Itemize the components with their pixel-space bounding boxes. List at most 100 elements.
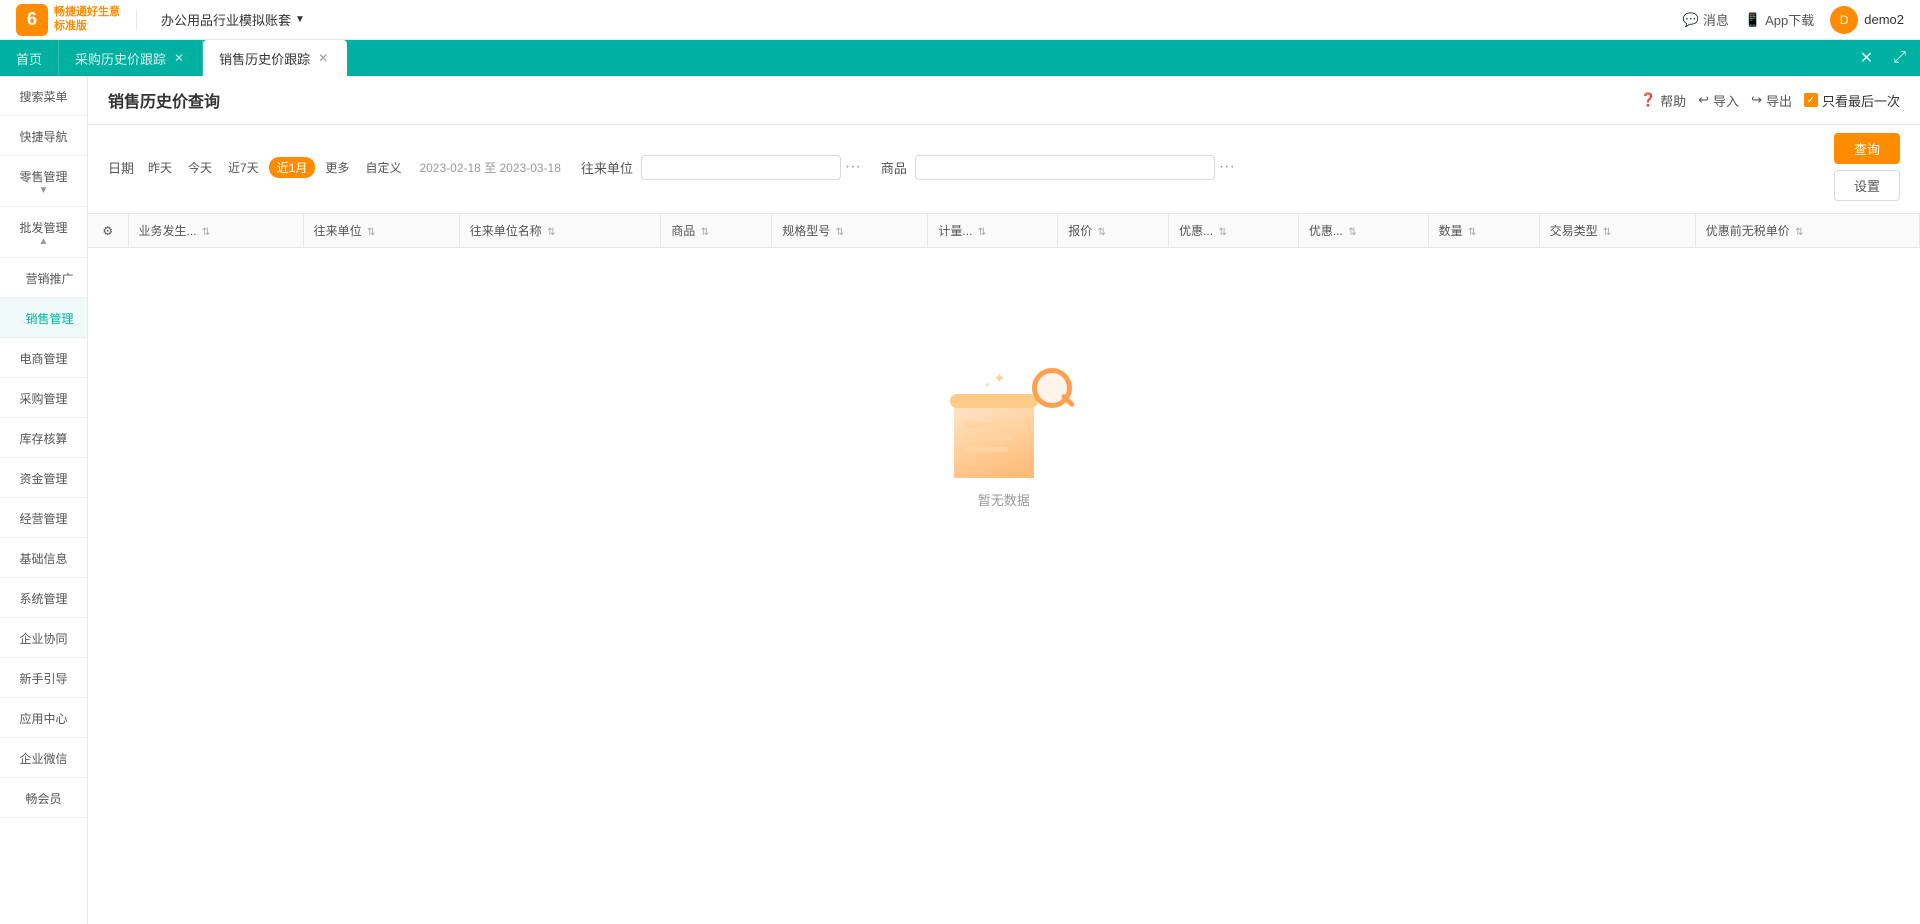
sidebar-item-ecommerce-mgmt[interactable]: 电商管理 [0, 338, 87, 378]
help-button[interactable]: ❓ 帮助 [1640, 91, 1686, 110]
scroll-line3 [964, 447, 1008, 452]
col-quote[interactable]: 报价 ⇅ [1058, 214, 1169, 248]
product-input[interactable] [915, 155, 1215, 180]
date-btn-last1m[interactable]: 近1月 [269, 157, 316, 178]
tab-purchase-history[interactable]: 采购历史价跟踪 ✕ [59, 40, 203, 76]
col-settings[interactable]: ⚙ [88, 214, 128, 248]
col-counterpart-code[interactable]: 往来单位 ⇅ [303, 214, 459, 248]
date-btn-custom[interactable]: 自定义 [359, 157, 407, 178]
sidebar: 搜索菜单 快捷导航 零售管理 ▼ 批发管理 ▲ 营销推广 销售管理 电商管理 采… [0, 76, 88, 924]
sort-icon: ⇅ [202, 227, 210, 238]
tab-fullscreen-button[interactable]: ⤢ [1887, 47, 1912, 69]
col-pre-tax-price[interactable]: 优惠前无税单价 ⇅ [1695, 214, 1919, 248]
counterpart-input-group: ··· [641, 155, 861, 180]
page-actions: ❓ 帮助 ↩ 导入 ↪ 导出 ✓ 只看最后一次 [1640, 91, 1900, 110]
import-button[interactable]: ↩ 导入 [1698, 91, 1739, 110]
tab-home[interactable]: 首页 [0, 40, 59, 76]
empty-illustration: ✦ ✦ [934, 368, 1074, 478]
counterpart-input[interactable] [641, 155, 841, 180]
logo-area: 6 畅捷通好生意 标准版 [16, 4, 120, 36]
col-discount1[interactable]: 优惠... ⇅ [1169, 214, 1299, 248]
counterpart-filter-group: 往来单位 ··· [581, 155, 861, 180]
counterpart-picker-button[interactable]: ··· [845, 158, 861, 176]
page-title-row: 销售历史价查询 ❓ 帮助 ↩ 导入 ↪ 导出 ✓ [108, 88, 1900, 112]
sort-icon: ⇅ [978, 227, 986, 238]
content-area: 销售历史价查询 ❓ 帮助 ↩ 导入 ↪ 导出 ✓ [88, 76, 1920, 924]
sort-icon: ⇅ [1348, 227, 1356, 238]
tab-purchase-history-close[interactable]: ✕ [172, 49, 186, 67]
empty-text: 暂无数据 [978, 490, 1030, 509]
sidebar-item-marketing[interactable]: 营销推广 [0, 258, 87, 298]
sidebar-item-system-mgmt[interactable]: 系统管理 [0, 578, 87, 618]
main-layout: 搜索菜单 快捷导航 零售管理 ▼ 批发管理 ▲ 营销推广 销售管理 电商管理 采… [0, 76, 1920, 924]
sidebar-item-basic-info[interactable]: 基础信息 [0, 538, 87, 578]
sort-icon: ⇅ [1098, 227, 1106, 238]
sparkle-icon: ✦ [994, 370, 1006, 387]
date-btn-more[interactable]: 更多 [319, 157, 355, 178]
sidebar-item-finance-mgmt[interactable]: 资金管理 [0, 458, 87, 498]
table-container: ⚙ 业务发生... ⇅ 往来单位 ⇅ 往来单位名称 ⇅ [88, 214, 1920, 924]
sort-icon: ⇅ [1795, 227, 1803, 238]
app-selector[interactable]: 办公用品行业模拟账套 ▼ [153, 6, 313, 33]
sidebar-item-member-card[interactable]: 畅会员 [0, 778, 87, 818]
sidebar-item-app-center[interactable]: 应用中心 [0, 698, 87, 738]
scroll-cap [950, 394, 1038, 408]
col-unit[interactable]: 计量... ⇅ [928, 214, 1058, 248]
sidebar-item-business-mgmt[interactable]: 经营管理 [0, 498, 87, 538]
sidebar-item-inventory-check[interactable]: 库存核算 [0, 418, 87, 458]
date-range-display: 2023-02-18 至 2023-03-18 [419, 159, 560, 176]
date-btn-yesterday[interactable]: 昨天 [142, 157, 178, 178]
product-picker-button[interactable]: ··· [1219, 158, 1235, 176]
col-trade-type[interactable]: 交易类型 ⇅ [1539, 214, 1695, 248]
filter-bar: 日期 昨天 今天 近7天 近1月 更多 自定义 2023-02-18 至 202… [88, 125, 1920, 214]
tab-sales-history-close[interactable]: ✕ [316, 49, 330, 67]
chevron-down-icon: ▼ [295, 14, 305, 25]
date-buttons: 昨天 今天 近7天 近1月 更多 自定义 [142, 157, 407, 178]
query-action-group: 查询 设置 [1834, 133, 1900, 201]
col-quantity[interactable]: 数量 ⇅ [1428, 214, 1539, 248]
import-icon: ↩ [1698, 92, 1709, 108]
tab-bar: 首页 采购历史价跟踪 ✕ 销售历史价跟踪 ✕ ✕ ⤢ [0, 40, 1920, 76]
date-btn-last7[interactable]: 近7天 [222, 157, 265, 178]
sidebar-item-enterprise-collab[interactable]: 企业协同 [0, 618, 87, 658]
avatar: D [1830, 6, 1858, 34]
message-button[interactable]: 💬 消息 [1683, 10, 1729, 29]
sidebar-item-wholesale-mgmt[interactable]: 批发管理 ▲ [0, 207, 87, 258]
sidebar-item-newbie-guide[interactable]: 新手引导 [0, 658, 87, 698]
header-left: 6 畅捷通好生意 标准版 办公用品行业模拟账套 ▼ [16, 4, 313, 36]
col-biz-date[interactable]: 业务发生... ⇅ [128, 214, 303, 248]
header-divider [136, 10, 137, 30]
sidebar-item-enterprise-wechat[interactable]: 企业微信 [0, 738, 87, 778]
empty-state: ✦ ✦ 暂无数据 [88, 248, 1920, 589]
table-head: ⚙ 业务发生... ⇅ 往来单位 ⇅ 往来单位名称 ⇅ [88, 214, 1920, 248]
query-button[interactable]: 查询 [1834, 133, 1900, 164]
sparkle-small-icon: ✦ [984, 380, 992, 391]
product-filter-group: 商品 ··· [881, 155, 1235, 180]
sidebar-item-retail-mgmt[interactable]: 零售管理 ▼ [0, 156, 87, 207]
app-download-button[interactable]: 📱 App下载 [1745, 10, 1814, 29]
header-right: 💬 消息 📱 App下载 D demo2 [1683, 6, 1904, 34]
product-label: 商品 [881, 158, 907, 177]
scroll-line1 [964, 423, 1024, 428]
only-last-checkbox-label[interactable]: ✓ 只看最后一次 [1804, 91, 1900, 110]
col-discount2[interactable]: 优惠... ⇅ [1298, 214, 1428, 248]
col-counterpart-name[interactable]: 往来单位名称 ⇅ [459, 214, 661, 248]
settings-button[interactable]: 设置 [1834, 170, 1900, 201]
sidebar-item-sales-mgmt[interactable]: 销售管理 [0, 298, 87, 338]
date-btn-today[interactable]: 今天 [182, 157, 218, 178]
checkbox-checked-icon: ✓ [1804, 93, 1818, 107]
col-product[interactable]: 商品 ⇅ [661, 214, 772, 248]
tab-sales-history[interactable]: 销售历史价跟踪 ✕ [203, 40, 347, 76]
download-icon: 📱 [1745, 12, 1761, 28]
sidebar-item-purchase-mgmt[interactable]: 采购管理 [0, 378, 87, 418]
sidebar-item-search-menu[interactable]: 搜索菜单 [0, 76, 87, 116]
date-filter-group: 日期 昨天 今天 近7天 近1月 更多 自定义 2023-02-18 至 202… [108, 157, 561, 178]
col-spec[interactable]: 规格型号 ⇅ [772, 214, 928, 248]
tab-close-all-button[interactable]: ✕ [1854, 46, 1879, 70]
user-area[interactable]: D demo2 [1830, 6, 1904, 34]
logo-text: 畅捷通好生意 标准版 [54, 6, 120, 32]
scroll-line2 [964, 435, 1014, 440]
sidebar-item-quick-nav[interactable]: 快捷导航 [0, 116, 87, 156]
export-icon: ↪ [1751, 92, 1762, 108]
export-button[interactable]: ↪ 导出 [1751, 91, 1792, 110]
